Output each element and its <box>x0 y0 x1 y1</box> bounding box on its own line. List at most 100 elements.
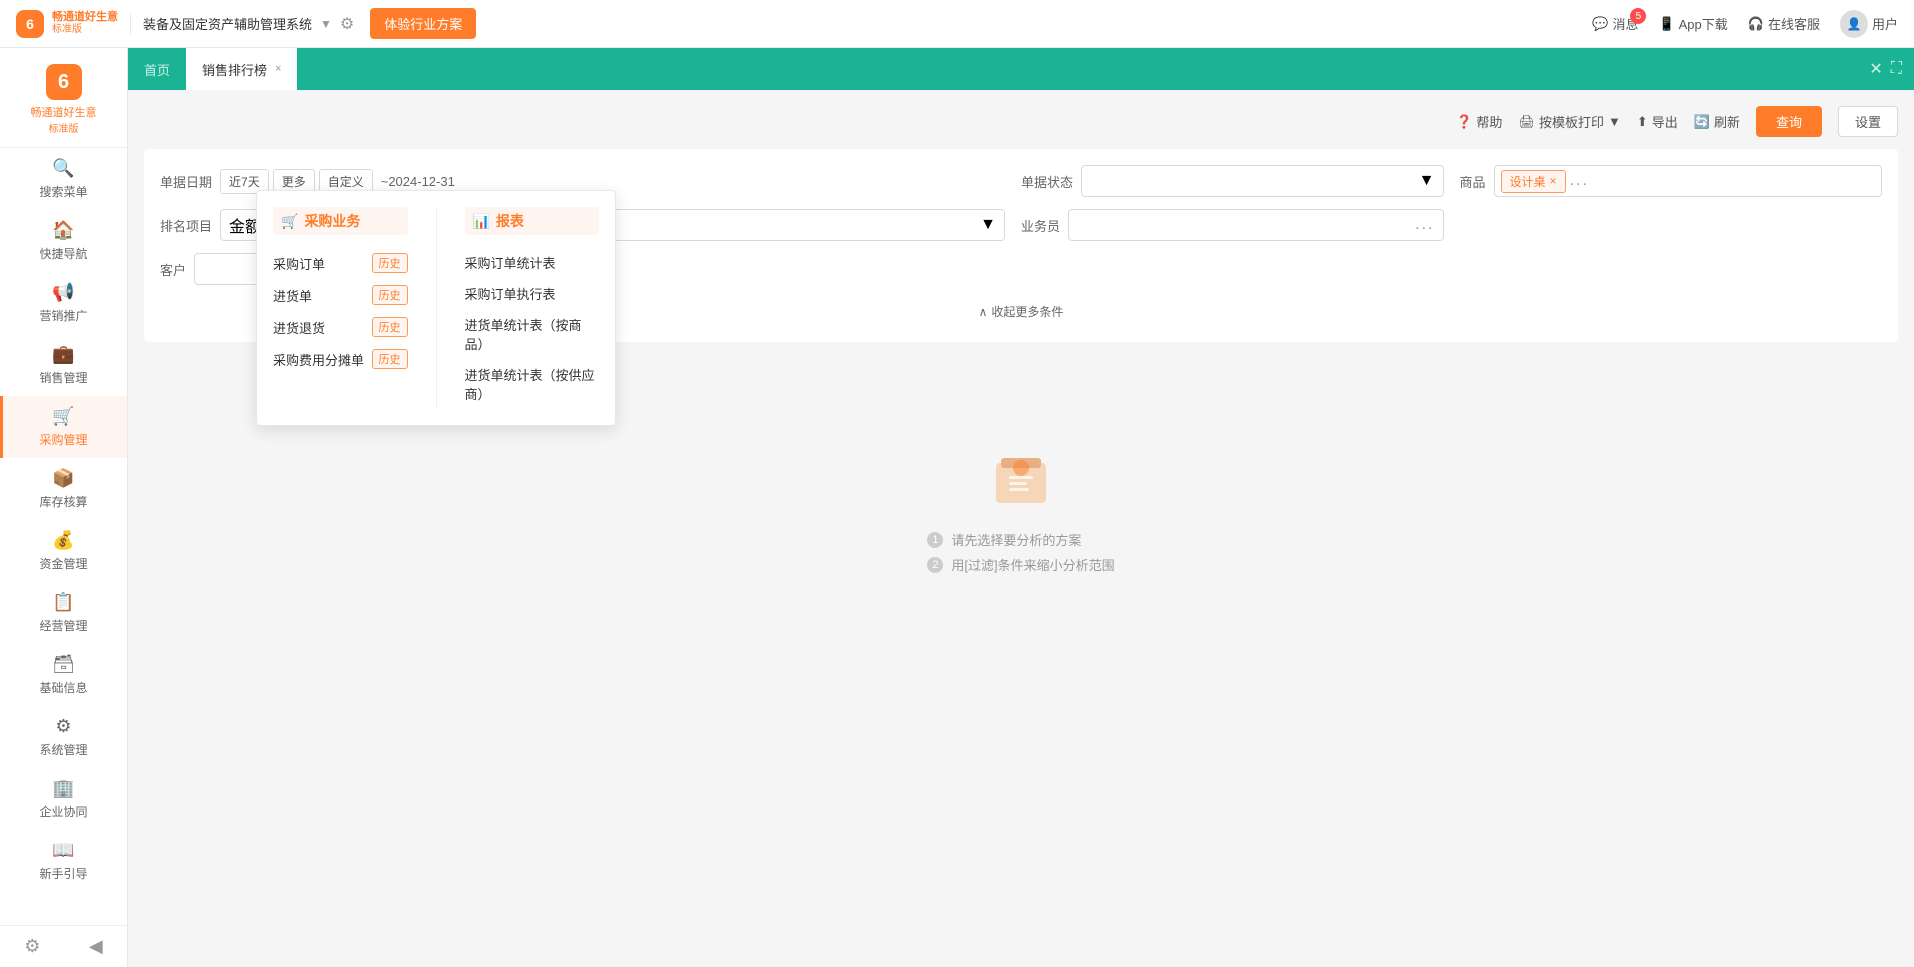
sidebar-label-corp: 企业协同 <box>39 803 87 820</box>
empty-tip-text-1: 请先选择要分析的方案 <box>951 530 1081 549</box>
export-btn[interactable]: ⬆ 导出 <box>1637 112 1678 131</box>
settings-icon[interactable]: ⚙ <box>340 14 354 34</box>
menu-item-purchase-order[interactable]: 采购订单 历史 <box>273 247 408 279</box>
trial-btn[interactable]: 体验行业方案 <box>370 8 476 39</box>
sidebar: 6 畅通道好生意 标准版 🔍 搜索菜单 🏠 快捷导航 📢 营销推广 💼 销售管理… <box>0 48 128 967</box>
sidebar-settings-btn[interactable]: ⚙ <box>24 936 40 957</box>
sidebar-label-finance: 资金管理 <box>39 555 87 572</box>
inbound-stat-supplier-label: 进货单统计表（按供应商） <box>465 365 600 403</box>
refresh-btn[interactable]: 🔄 刷新 <box>1694 112 1740 131</box>
collapse-label: 收起更多条件 <box>991 303 1063 320</box>
sidebar-label-search: 搜索菜单 <box>39 183 87 200</box>
brand-edition: 标准版 <box>52 24 118 36</box>
collapse-up-icon: ∧ <box>979 305 988 319</box>
date-value: ~2024-12-31 <box>381 174 455 189</box>
purchase-order-stat-label: 采购订单统计表 <box>465 253 556 272</box>
purchase-expense-label: 采购费用分摊单 <box>273 350 364 369</box>
rank-item-label: 排名项目 <box>160 216 212 235</box>
sidebar-item-sales[interactable]: 💼 销售管理 <box>0 334 127 396</box>
purchase-section: 🛒 采购业务 采购订单 历史 进货单 历史 进货退货 历史 <box>273 207 408 409</box>
brand-name: 畅通道好生意 <box>52 11 118 24</box>
sales-icon: 💼 <box>52 344 74 365</box>
sidebar-item-newbie[interactable]: 📖 新手引导 <box>0 830 127 892</box>
app-download-item[interactable]: 📱 App下载 <box>1658 14 1727 33</box>
message-badge: 5 <box>1630 8 1646 24</box>
sidebar-logo: 6 畅通道好生意 标准版 <box>0 56 127 148</box>
tab-maximize-icon[interactable]: ⛶ <box>1891 60 1902 78</box>
voucher-status-select[interactable]: ▼ <box>1081 165 1443 197</box>
sidebar-item-operations[interactable]: 📋 经营管理 <box>0 582 127 644</box>
sidebar-item-system[interactable]: ⚙ 系统管理 <box>0 706 127 768</box>
message-icon-item[interactable]: 💬 消息 5 <box>1592 14 1638 33</box>
empty-tip-text-2: 用[过滤]条件来缩小分析范围 <box>951 555 1114 574</box>
tab-home[interactable]: 首页 <box>128 48 186 90</box>
sidebar-label-system: 系统管理 <box>39 741 87 758</box>
goods-tag-close[interactable]: × <box>1550 174 1557 188</box>
sidebar-item-corp[interactable]: 🏢 企业协同 <box>0 768 127 830</box>
inventory-icon: 📦 <box>52 468 74 489</box>
purchase-dropdown-menu: 🛒 采购业务 采购订单 历史 进货单 历史 进货退货 历史 <box>256 190 616 426</box>
print-btn[interactable]: 🖨 按模板打印 ▼ <box>1518 112 1620 131</box>
report-section-title: 📊 报表 <box>465 207 600 235</box>
tab-window-close-icon[interactable]: ✕ <box>1869 59 1882 79</box>
sidebar-item-inventory[interactable]: 📦 库存核算 <box>0 458 127 520</box>
sidebar-label-inventory: 库存核算 <box>39 493 87 510</box>
help-btn[interactable]: ❓ 帮助 <box>1456 112 1502 131</box>
online-service-label: 在线客服 <box>1768 14 1820 33</box>
marketing-icon: 📢 <box>52 282 74 303</box>
export-icon: ⬆ <box>1637 114 1648 130</box>
online-service-item[interactable]: 🎧 在线客服 <box>1748 14 1820 33</box>
customer-label: 客户 <box>160 260 186 279</box>
sidebar-label-quick-nav: 快捷导航 <box>39 245 87 262</box>
print-icon: 🖨 <box>1518 114 1535 130</box>
sidebar-item-marketing[interactable]: 📢 营销推广 <box>0 272 127 334</box>
tab-close-icon[interactable]: × <box>275 63 281 75</box>
goods-input[interactable]: 设计桌 × ... <box>1494 165 1882 197</box>
voucher-status-label: 单据状态 <box>1021 172 1073 191</box>
finance-icon: 💰 <box>52 530 74 551</box>
system-title: 装备及固定资产辅助管理系统 <box>143 14 312 33</box>
purchase-order-label: 采购订单 <box>273 254 325 273</box>
sidebar-brand: 畅通道好生意 <box>31 104 97 120</box>
content-area: 首页 销售排行榜 × ✕ ⛶ ❓ 帮助 🖨 按模板打印 <box>128 48 1914 967</box>
tab-sales-ranking[interactable]: 销售排行榜 × <box>186 48 297 90</box>
menu-item-purchase-order-exec[interactable]: 采购订单执行表 <box>465 278 600 309</box>
toolbar: ❓ 帮助 🖨 按模板打印 ▼ ⬆ 导出 🔄 刷新 查询 设置 <box>144 106 1898 137</box>
sidebar-item-finance[interactable]: 💰 资金管理 <box>0 520 127 582</box>
export-label: 导出 <box>1652 112 1678 131</box>
salesman-input[interactable]: ... <box>1068 209 1443 241</box>
goods-more-btn[interactable]: ... <box>1570 172 1589 190</box>
settings-btn[interactable]: 设置 <box>1838 106 1898 137</box>
user-item[interactable]: 👤 用户 <box>1840 10 1898 38</box>
top-bar-left: 6 畅通道好生意 标准版 装备及固定资产辅助管理系统 ▼ ⚙ 体验行业方案 <box>16 8 476 39</box>
sidebar-item-basic-info[interactable]: 🗃 基础信息 <box>0 644 127 706</box>
inbound-stat-goods-label: 进货单统计表（按商品） <box>465 315 600 353</box>
sidebar-item-search[interactable]: 🔍 搜索菜单 <box>0 148 127 210</box>
filter-group-goods: 商品 设计桌 × ... <box>1460 165 1883 197</box>
menu-item-purchase-expense[interactable]: 采购费用分摊单 历史 <box>273 343 408 375</box>
app-logo-icon: 6 <box>16 10 44 38</box>
app-download-label: App下载 <box>1679 14 1728 33</box>
print-arrow-icon: ▼ <box>1608 114 1621 129</box>
query-btn[interactable]: 查询 <box>1756 106 1822 137</box>
inbound-return-tag: 历史 <box>372 317 408 337</box>
tab-sales-ranking-label: 销售排行榜 <box>202 60 267 79</box>
sidebar-item-purchase[interactable]: 🛒 采购管理 <box>0 396 127 458</box>
sidebar-edition: 标准版 <box>49 120 79 135</box>
menu-item-purchase-order-stat[interactable]: 采购订单统计表 <box>465 247 600 278</box>
goods-tag-text: 设计桌 <box>1510 173 1546 190</box>
menu-item-inbound-stat-supplier[interactable]: 进货单统计表（按供应商） <box>465 359 600 409</box>
salesman-label: 业务员 <box>1021 216 1060 235</box>
title-arrow-icon: ▼ <box>320 17 332 31</box>
voucher-status-arrow: ▼ <box>1419 172 1435 190</box>
sidebar-collapse-btn[interactable]: ◀ <box>89 936 103 957</box>
menu-item-inbound[interactable]: 进货单 历史 <box>273 279 408 311</box>
menu-item-inbound-return[interactable]: 进货退货 历史 <box>273 311 408 343</box>
headset-icon: 🎧 <box>1748 16 1764 32</box>
sidebar-item-quick-nav[interactable]: 🏠 快捷导航 <box>0 210 127 272</box>
salesman-more-btn[interactable]: ... <box>1415 216 1434 234</box>
phone-icon: 📱 <box>1658 16 1674 32</box>
menu-item-inbound-stat-goods[interactable]: 进货单统计表（按商品） <box>465 309 600 359</box>
empty-tip-2: 2 用[过滤]条件来缩小分析范围 <box>927 555 1114 574</box>
purchase-expense-tag: 历史 <box>372 349 408 369</box>
